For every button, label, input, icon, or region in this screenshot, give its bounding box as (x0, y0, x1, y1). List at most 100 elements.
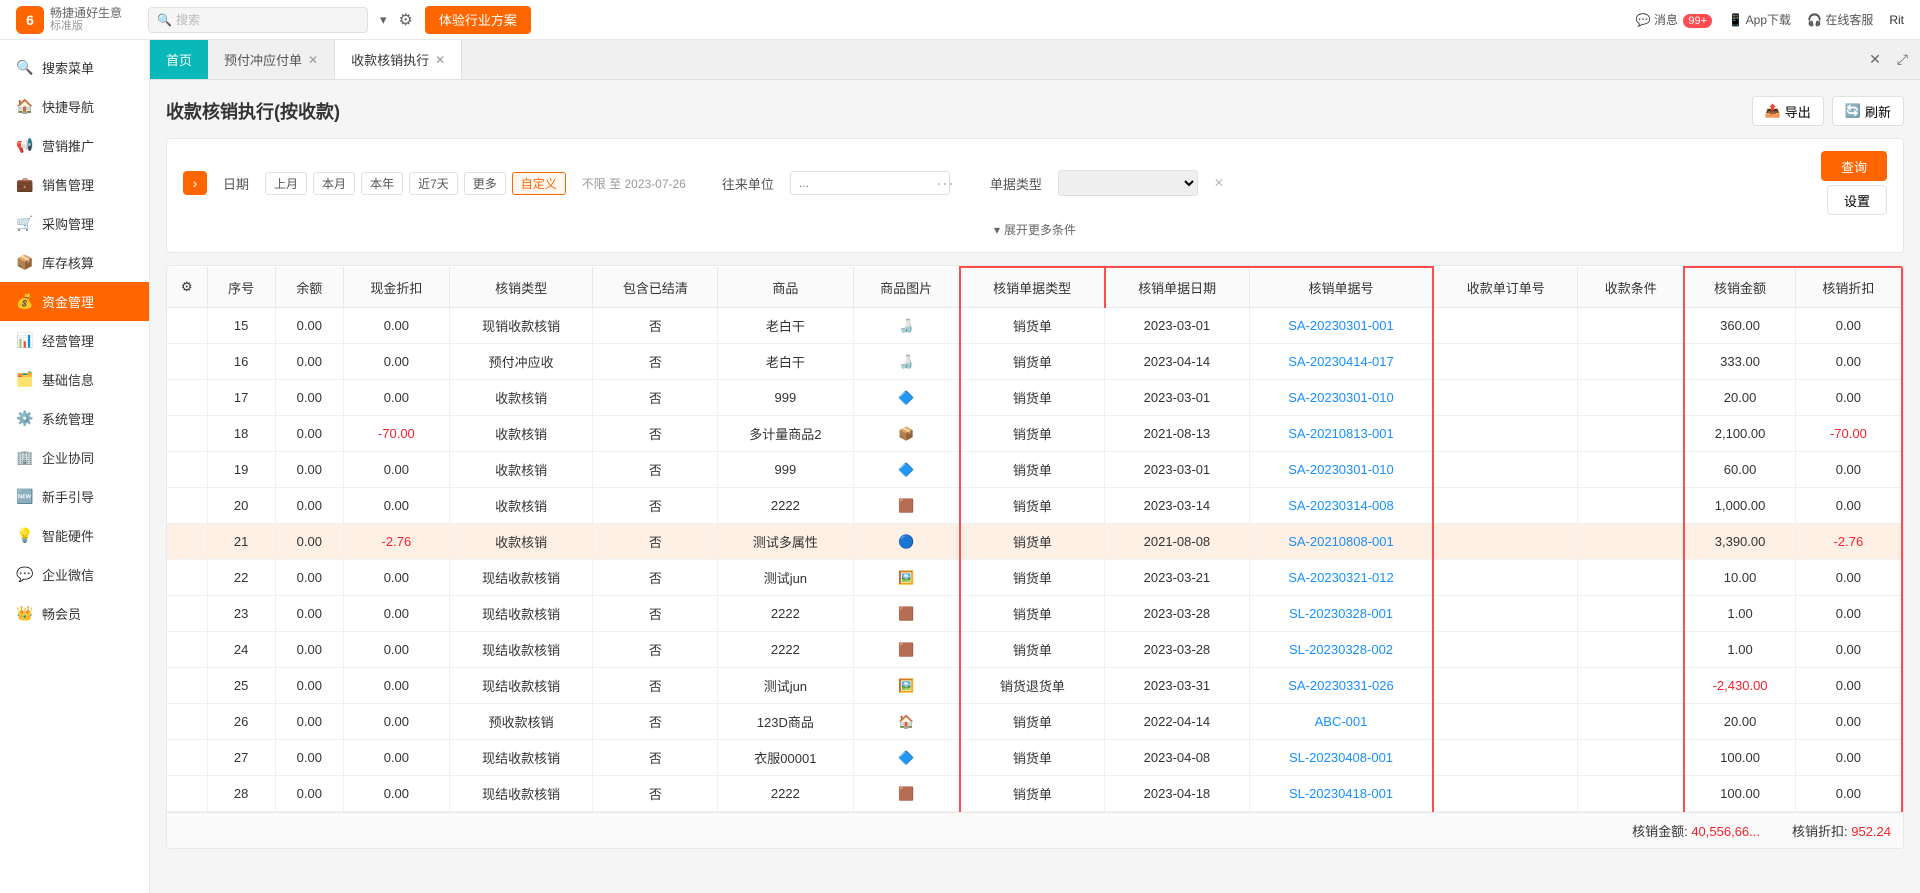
date-btn-last-month[interactable]: 上月 (265, 172, 307, 195)
tab-prepay-close[interactable]: ✕ (308, 53, 318, 67)
sidebar-item-basic[interactable]: 🗂️ 基础信息 (0, 360, 149, 399)
close-window-icon[interactable]: ✕ (1865, 47, 1885, 72)
th-bill-date: 核销单据日期 (1105, 267, 1249, 308)
maximize-window-icon[interactable]: ⤢ (1893, 47, 1912, 72)
sidebar-item-operation[interactable]: 📊 经营管理 (0, 321, 149, 360)
td-bill-no[interactable]: SA-20230321-012 (1249, 560, 1433, 596)
dropdown-arrow-icon[interactable]: ▾ (380, 12, 387, 28)
date-btn-more[interactable]: 更多 (464, 172, 506, 195)
sidebar-item-finance[interactable]: 💰 资金管理 (0, 282, 149, 321)
sidebar-label-shortcut: 快捷导航 (42, 97, 94, 116)
sidebar-item-member[interactable]: 👑 畅会员 (0, 594, 149, 633)
sidebar-item-corp[interactable]: 🏢 企业协同 (0, 438, 149, 477)
td-writeoff-type: 现结收款核销 (449, 668, 593, 704)
th-gear[interactable]: ⚙ (167, 267, 207, 308)
td-writeoff-type: 现结收款核销 (449, 560, 593, 596)
td-included-settled: 否 (593, 596, 718, 632)
search-icon: 🔍 (16, 59, 34, 77)
wechat-icon: 💬 (16, 566, 34, 584)
td-bill-no[interactable]: SA-20230414-017 (1249, 344, 1433, 380)
tab-home[interactable]: 首页 (150, 40, 208, 79)
sidebar-item-hardware[interactable]: 💡 智能硬件 (0, 516, 149, 555)
filter-row-1: › 日期 上月 本月 本年 近7天 更多 自定义 不限 至 2023-07-26… (183, 151, 1887, 215)
td-bill-no[interactable]: SL-20230408-001 (1249, 740, 1433, 776)
td-seq: 15 (207, 308, 275, 344)
receipt-type-label: 单据类型 (990, 174, 1042, 193)
date-btn-this-year[interactable]: 本年 (361, 172, 403, 195)
td-bill-type: 销货单 (960, 452, 1105, 488)
td-bill-date: 2023-03-31 (1105, 668, 1249, 704)
counterpart-input[interactable] (790, 171, 950, 195)
td-bill-no[interactable]: SA-20230314-008 (1249, 488, 1433, 524)
date-btn-this-month[interactable]: 本月 (313, 172, 355, 195)
top-search-bar[interactable]: 🔍 搜索 (148, 7, 368, 33)
top-bar: 6 畅捷通好生意 标准版 🔍 搜索 ▾ ⚙ 体验行业方案 💬 消息 99+ 📱 … (0, 0, 1920, 40)
date-btn-7days[interactable]: 近7天 (409, 172, 458, 195)
td-bill-no[interactable]: SL-20230328-001 (1249, 596, 1433, 632)
online-service-link[interactable]: 🎧 在线客服 (1807, 11, 1873, 28)
td-included-settled: 否 (593, 488, 718, 524)
table-row: 28 0.00 0.00 现结收款核销 否 2222 🟫 销货单 2023-04… (167, 776, 1902, 812)
td-bill-no[interactable]: SA-20230301-010 (1249, 380, 1433, 416)
td-cash-discount: 0.00 (343, 308, 449, 344)
filter-bar: › 日期 上月 本月 本年 近7天 更多 自定义 不限 至 2023-07-26… (166, 138, 1904, 253)
td-balance: 0.00 (275, 776, 343, 812)
sidebar-label-purchase: 采购管理 (42, 214, 94, 233)
tab-prepay[interactable]: 预付冲应付单 ✕ (208, 40, 335, 79)
date-btn-custom[interactable]: 自定义 (512, 172, 566, 195)
td-included-settled: 否 (593, 740, 718, 776)
td-bill-no[interactable]: SA-20210808-001 (1249, 524, 1433, 560)
td-bill-no[interactable]: SL-20230418-001 (1249, 776, 1433, 812)
query-button[interactable]: 查询 (1821, 151, 1887, 181)
td-receipt-condition (1578, 308, 1685, 344)
td-bill-no[interactable]: SL-20230328-002 (1249, 632, 1433, 668)
td-balance: 0.00 (275, 740, 343, 776)
date-range-display: 不限 至 2023-07-26 (582, 175, 686, 192)
td-gear (167, 740, 207, 776)
select-clear-icon[interactable]: ✕ (1214, 176, 1224, 190)
sidebar-item-shortcut[interactable]: 🏠 快捷导航 (0, 87, 149, 126)
industry-solution-button[interactable]: 体验行业方案 (425, 6, 531, 34)
sidebar-item-guide[interactable]: 🆕 新手引导 (0, 477, 149, 516)
td-goods: 多计量商品2 (718, 416, 853, 452)
tab-writeoff-close[interactable]: ✕ (435, 53, 445, 67)
td-bill-no[interactable]: SA-20230331-026 (1249, 668, 1433, 704)
td-balance: 0.00 (275, 524, 343, 560)
td-bill-no[interactable]: ABC-001 (1249, 704, 1433, 740)
sidebar-item-search[interactable]: 🔍 搜索菜单 (0, 48, 149, 87)
writeoff-discount-total: 核销折扣: 952.24 (1792, 821, 1891, 840)
tab-writeoff[interactable]: 收款核销执行 ✕ (335, 40, 462, 79)
td-goods: 999 (718, 452, 853, 488)
sidebar-item-inventory[interactable]: 📦 库存核算 (0, 243, 149, 282)
td-balance: 0.00 (275, 668, 343, 704)
sidebar-item-wechat[interactable]: 💬 企业微信 (0, 555, 149, 594)
td-bill-no[interactable]: SA-20210813-001 (1249, 416, 1433, 452)
td-bill-no[interactable]: SA-20230301-010 (1249, 452, 1433, 488)
sidebar-item-purchase[interactable]: 🛒 采购管理 (0, 204, 149, 243)
td-gear (167, 596, 207, 632)
td-writeoff-type: 现结收款核销 (449, 596, 593, 632)
sidebar-item-marketing[interactable]: 📢 营销推广 (0, 126, 149, 165)
td-goods-image: 🏠 (853, 704, 960, 740)
td-writeoff-amount: 1.00 (1684, 596, 1795, 632)
refresh-button[interactable]: 🔄 刷新 (1832, 96, 1904, 126)
export-button[interactable]: 📤 导出 (1752, 96, 1824, 126)
expand-filter-button[interactable]: › (183, 171, 207, 195)
sidebar-item-sales[interactable]: 💼 销售管理 (0, 165, 149, 204)
td-receipt-order-no (1433, 632, 1577, 668)
sidebar-label-inventory: 库存核算 (42, 253, 94, 272)
gear-icon[interactable]: ⚙ (399, 10, 413, 30)
sidebar-item-system[interactable]: ⚙️ 系统管理 (0, 399, 149, 438)
td-goods-image: 🟫 (853, 596, 960, 632)
app-download-link[interactable]: 📱 App下载 (1728, 11, 1791, 28)
expand-more-conditions[interactable]: ▾ 展开更多条件 (183, 215, 1887, 240)
td-writeoff-amount: 10.00 (1684, 560, 1795, 596)
td-bill-no[interactable]: SA-20230301-001 (1249, 308, 1433, 344)
table-wrapper: ⚙ 序号 余额 现金折扣 核销类型 包含已结清 商品 商品图片 核销单据类型 核… (166, 265, 1904, 849)
th-bill-type: 核销单据类型 (960, 267, 1105, 308)
setting-button[interactable]: 设置 (1827, 185, 1887, 215)
counterpart-ellipsis[interactable]: ··· (936, 173, 954, 194)
receipt-type-select[interactable] (1058, 170, 1198, 196)
td-writeoff-type: 收款核销 (449, 416, 593, 452)
message-link[interactable]: 💬 消息 99+ (1636, 11, 1712, 28)
